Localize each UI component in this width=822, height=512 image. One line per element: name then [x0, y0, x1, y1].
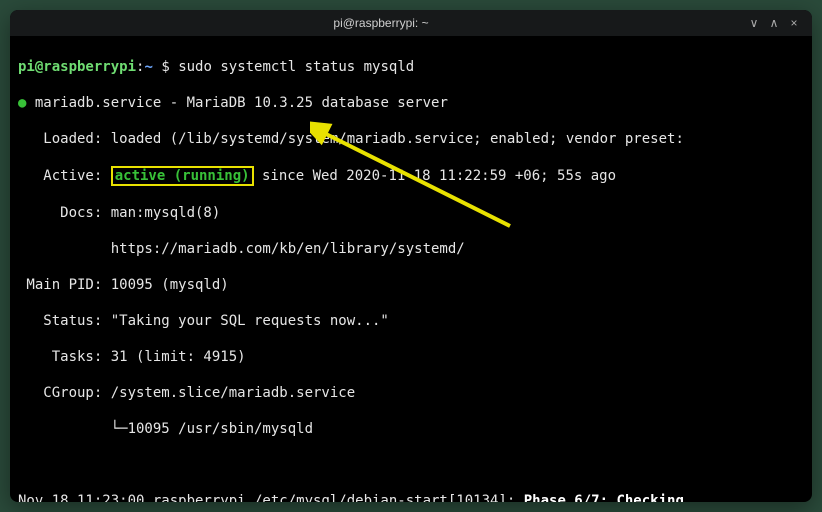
prompt-user-host: pi@raspberrypi	[18, 59, 136, 75]
titlebar[interactable]: pi@raspberrypi: ~ ∨ ∧ ×	[10, 10, 812, 36]
maximize-button[interactable]: ∧	[764, 14, 784, 32]
cgroup-child-line: └─10095 /usr/sbin/mysqld	[18, 420, 804, 438]
window-title: pi@raspberrypi: ~	[333, 14, 428, 32]
terminal-window: pi@raspberrypi: ~ ∨ ∧ × pi@raspberrypi:~…	[10, 10, 812, 502]
main-pid-line: Main PID: 10095 (mysqld)	[18, 276, 804, 294]
active-line: Active: active (running) since Wed 2020-…	[18, 166, 804, 186]
active-highlight-box: active (running)	[111, 166, 254, 186]
blank-line	[18, 456, 804, 474]
tasks-line: Tasks: 31 (limit: 4915)	[18, 348, 804, 366]
journal-log: Nov 18 11:23:00 raspberrypi /etc/mysql/d…	[18, 492, 804, 502]
prompt-cwd: ~	[144, 59, 152, 75]
log-line: Nov 18 11:23:00 raspberrypi /etc/mysql/d…	[18, 492, 804, 502]
log-message: Phase 6/7: Checking	[524, 493, 693, 502]
cgroup-line: CGroup: /system.slice/mariadb.service	[18, 384, 804, 402]
docs-line-1: Docs: man:mysqld(8)	[18, 204, 804, 222]
active-status: active (running)	[113, 168, 252, 184]
command-text: sudo systemctl status mysqld	[178, 59, 414, 75]
docs-line-2: https://mariadb.com/kb/en/library/system…	[18, 240, 804, 258]
loaded-line: Loaded: loaded (/lib/systemd/system/mari…	[18, 130, 804, 148]
close-button[interactable]: ×	[784, 14, 804, 32]
unit-name-line: ● mariadb.service - MariaDB 10.3.25 data…	[18, 94, 804, 112]
minimize-button[interactable]: ∨	[744, 14, 764, 32]
prompt-line: pi@raspberrypi:~ $ sudo systemctl status…	[18, 58, 804, 76]
status-text-line: Status: "Taking your SQL requests now...…	[18, 312, 804, 330]
terminal-area[interactable]: pi@raspberrypi:~ $ sudo systemctl status…	[10, 36, 812, 502]
